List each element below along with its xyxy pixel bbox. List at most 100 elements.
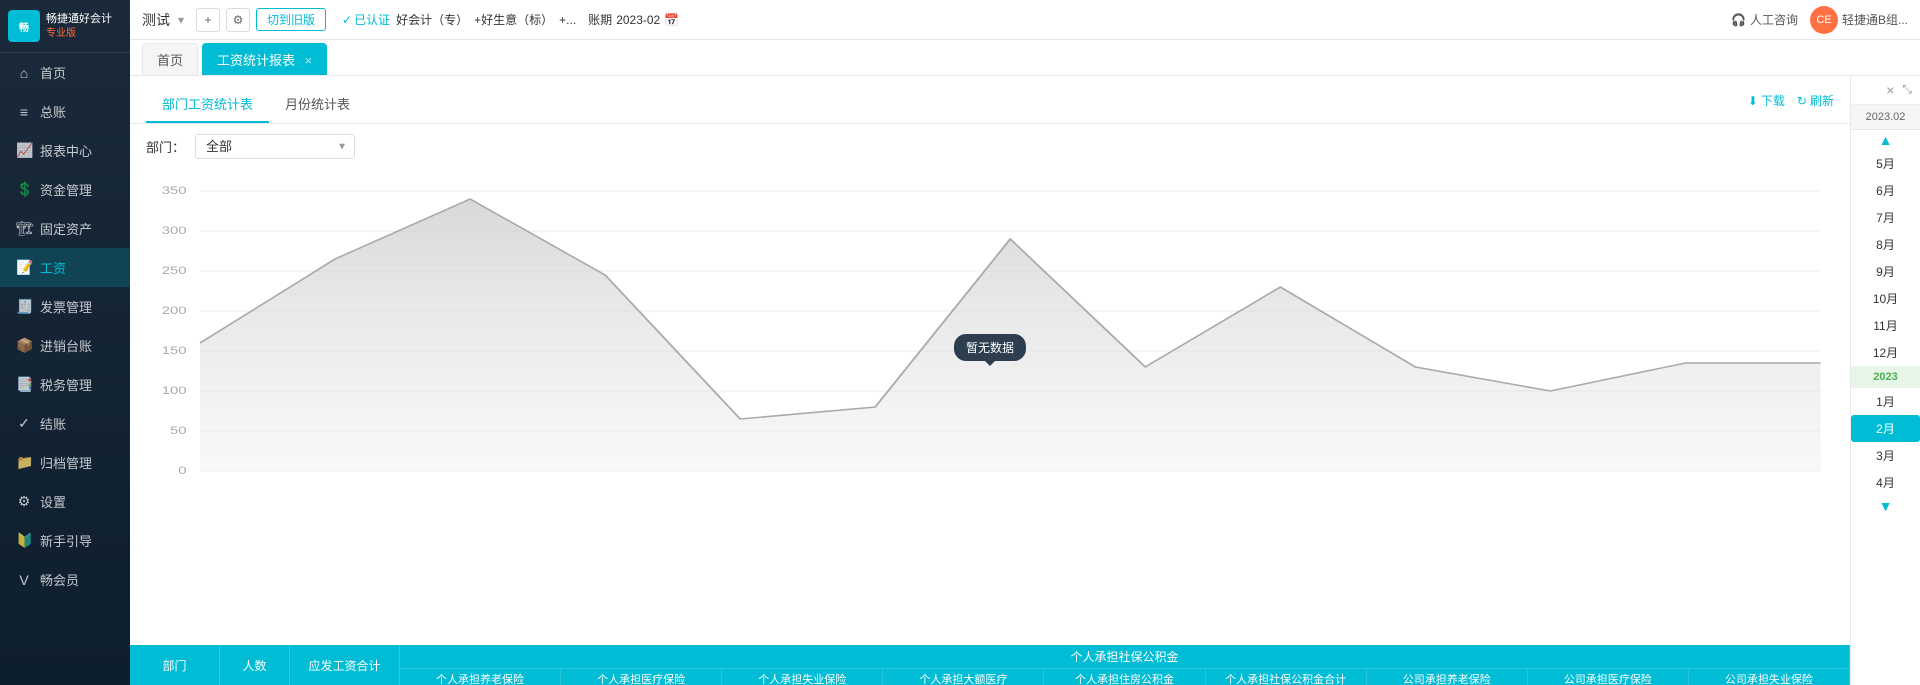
th-company-unemployment: 公司承担失业保险 bbox=[1689, 669, 1849, 685]
salary-icon: 📝 bbox=[16, 259, 32, 276]
sidebar-item-purchase[interactable]: 📦 进销台账 bbox=[0, 326, 130, 365]
tab-salary-report[interactable]: 工资统计报表 × bbox=[202, 43, 327, 75]
subtab-dept[interactable]: 部门工资统计表 bbox=[146, 86, 269, 123]
chart-tooltip: 暂无数据 bbox=[954, 334, 1026, 361]
svg-text:100: 100 bbox=[162, 384, 187, 397]
sidebar-item-invoice[interactable]: 🧾 发票管理 bbox=[0, 287, 130, 326]
panel-month-12[interactable]: 12月 bbox=[1851, 339, 1920, 366]
headset-icon: 🎧 bbox=[1731, 13, 1746, 27]
assets-icon: 🏗 bbox=[16, 220, 32, 237]
sidebar-item-ledger[interactable]: ≡ 总账 bbox=[0, 92, 130, 131]
panel-year-2023: 2023 bbox=[1851, 366, 1920, 388]
sidebar-item-label: 报表中心 bbox=[40, 141, 92, 160]
th-personal-housing-fund: 个人承担住房公积金 bbox=[1044, 669, 1205, 685]
certified-badge: ✓ 已认证 bbox=[342, 11, 390, 28]
download-icon: ⬇ bbox=[1748, 94, 1758, 108]
sidebar-item-label: 归档管理 bbox=[40, 453, 92, 472]
panel-nav: ▲ bbox=[1851, 130, 1920, 150]
ai-consultant-button[interactable]: 🎧 人工咨询 bbox=[1731, 11, 1798, 28]
panel-month-9[interactable]: 9月 bbox=[1851, 258, 1920, 285]
sidebar-item-label: 资金管理 bbox=[40, 180, 92, 199]
home-icon: ⌂ bbox=[16, 65, 32, 81]
add-button[interactable]: + bbox=[196, 8, 220, 32]
panel-month-7[interactable]: 7月 bbox=[1851, 204, 1920, 231]
sidebar-item-guide[interactable]: 🔰 新手引导 bbox=[0, 521, 130, 560]
content-main: 部门工资统计表 月份统计表 ⬇ 下载 ↻ 刷新 bbox=[130, 76, 1850, 685]
sidebar-item-checkout[interactable]: ✓ 结账 bbox=[0, 404, 130, 443]
settings-icon: ⚙ bbox=[16, 493, 32, 510]
switch-version-button[interactable]: 切到旧版 bbox=[256, 8, 326, 31]
refresh-button[interactable]: ↻ 刷新 bbox=[1797, 92, 1834, 109]
th-total-salary: 应发工资合计 bbox=[308, 657, 380, 674]
sidebar-item-archive[interactable]: 📁 归档管理 bbox=[0, 443, 130, 482]
topbar-badges: ✓ 已认证 好会计（专） +好生意（标） +... bbox=[342, 11, 576, 28]
svg-text:50: 50 bbox=[170, 424, 187, 437]
app-logo-icon: 畅 bbox=[8, 10, 40, 42]
panel-month-5[interactable]: 5月 bbox=[1851, 150, 1920, 177]
panel-expand-button[interactable]: ⤡ bbox=[1898, 80, 1916, 100]
table-header-wrap: 部门 人数 应发工资合计 个人承担社保公积金 个人承担养老保险 个人承担医疗保险 bbox=[130, 645, 1850, 685]
checkout-icon: ✓ bbox=[16, 415, 32, 432]
topbar-right: 🎧 人工咨询 CE 轻捷通B组... bbox=[1731, 6, 1908, 34]
refresh-icon: ↻ bbox=[1797, 94, 1807, 108]
avatar: CE bbox=[1810, 6, 1838, 34]
sidebar-item-label: 总账 bbox=[40, 102, 66, 121]
sidebar-item-salary[interactable]: 📝 工资 bbox=[0, 248, 130, 287]
user-menu-button[interactable]: CE 轻捷通B组... bbox=[1810, 6, 1908, 34]
sidebar-item-label: 税务管理 bbox=[40, 375, 92, 394]
sidebar-item-funds[interactable]: 💲 资金管理 bbox=[0, 170, 130, 209]
check-icon: ✓ bbox=[342, 13, 352, 27]
panel-month-6[interactable]: 6月 bbox=[1851, 177, 1920, 204]
subtab-monthly[interactable]: 月份统计表 bbox=[269, 86, 366, 123]
reports-icon: 📈 bbox=[16, 142, 32, 159]
panel-nav-bottom: ▼ bbox=[1851, 496, 1920, 516]
sidebar-item-label: 设置 bbox=[40, 492, 66, 511]
ledger-icon: ≡ bbox=[16, 104, 32, 120]
calendar-icon[interactable]: 📅 bbox=[664, 13, 679, 27]
panel-month-11[interactable]: 11月 bbox=[1851, 312, 1920, 339]
sidebar-item-label: 进销台账 bbox=[40, 336, 92, 355]
sidebar-item-settings[interactable]: ⚙ 设置 bbox=[0, 482, 130, 521]
dept-filter-select[interactable]: 全部 bbox=[195, 134, 355, 159]
svg-text:0: 0 bbox=[178, 464, 186, 477]
guide-icon: 🔰 bbox=[16, 532, 32, 549]
panel-month-3[interactable]: 3月 bbox=[1851, 442, 1920, 469]
panel-month-10[interactable]: 10月 bbox=[1851, 285, 1920, 312]
accounting-badge: 好会计（专） bbox=[396, 11, 468, 28]
tab-close-icon[interactable]: × bbox=[305, 53, 313, 68]
tab-label: 工资统计报表 bbox=[217, 53, 295, 68]
panel-month-8[interactable]: 8月 bbox=[1851, 231, 1920, 258]
dept-filter-select-wrap: 全部 bbox=[195, 134, 355, 159]
topbar: 测试 ▾ + ⚙ 切到旧版 ✓ 已认证 好会计（专） +好生意（标） +... … bbox=[130, 0, 1920, 40]
sidebar-item-member[interactable]: V 畅会员 bbox=[0, 560, 130, 599]
panel-down-button[interactable]: ▼ bbox=[1879, 499, 1893, 513]
th-company-pension: 公司承担养老保险 bbox=[1367, 669, 1528, 685]
sidebar-item-assets[interactable]: 🏗 固定资产 bbox=[0, 209, 130, 248]
svg-text:350: 350 bbox=[162, 184, 187, 197]
tab-home[interactable]: 首页 bbox=[142, 43, 198, 75]
th-company-medical: 公司承担医疗保险 bbox=[1528, 669, 1689, 685]
more-badge: +... bbox=[559, 13, 576, 27]
content-area: 部门工资统计表 月份统计表 ⬇ 下载 ↻ 刷新 bbox=[130, 76, 1920, 685]
member-icon: V bbox=[16, 572, 32, 588]
th-personal-medical: 个人承担医疗保险 bbox=[561, 669, 722, 685]
sidebar-item-reports[interactable]: 📈 报表中心 bbox=[0, 131, 130, 170]
download-button[interactable]: ⬇ 下载 bbox=[1748, 92, 1785, 109]
invoice-icon: 🧾 bbox=[16, 298, 32, 315]
chart-area: 暂无数据 350 300 250 200 150 100 50 0 bbox=[130, 169, 1850, 645]
panel-month-1[interactable]: 1月 bbox=[1851, 388, 1920, 415]
sidebar-item-label: 首页 bbox=[40, 63, 66, 82]
panel-up-button[interactable]: ▲ bbox=[1879, 133, 1893, 147]
panel-close-button[interactable]: × bbox=[1882, 80, 1898, 100]
settings-button[interactable]: ⚙ bbox=[226, 8, 250, 32]
panel-month-4[interactable]: 4月 bbox=[1851, 469, 1920, 496]
svg-text:300: 300 bbox=[162, 224, 187, 237]
period-value: 2023-02 bbox=[616, 13, 660, 27]
sidebar: 畅 畅捷通好会计 专业版 ⌂ 首页 ≡ 总账 📈 报表中心 💲 资金管理 🏗 固… bbox=[0, 0, 130, 685]
panel-month-2-active[interactable]: 2月 bbox=[1851, 415, 1920, 442]
sidebar-item-home[interactable]: ⌂ 首页 bbox=[0, 53, 130, 92]
purchase-icon: 📦 bbox=[16, 337, 32, 354]
period-display: 账期 2023-02 📅 bbox=[588, 11, 679, 28]
funds-icon: 💲 bbox=[16, 181, 32, 198]
sidebar-item-tax[interactable]: 📑 税务管理 bbox=[0, 365, 130, 404]
